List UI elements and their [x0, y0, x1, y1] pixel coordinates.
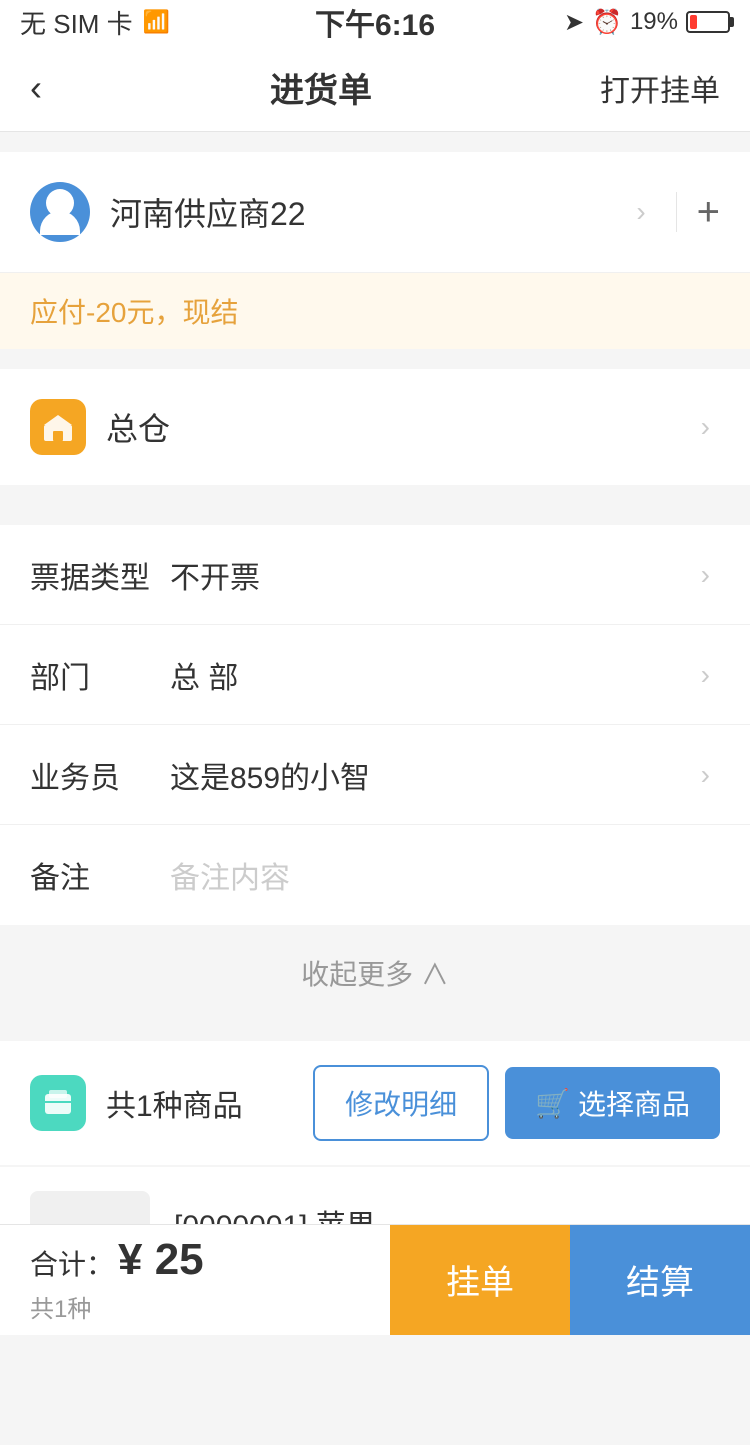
supplier-avatar	[30, 182, 90, 242]
warehouse-chevron-icon: ›	[701, 411, 710, 443]
battery-text: 19%	[630, 8, 678, 36]
edit-detail-button[interactable]: 修改明细	[313, 1065, 489, 1141]
select-product-button[interactable]: 🛒 选择商品	[505, 1067, 720, 1139]
invoice-value: 不开票	[170, 553, 701, 597]
invoice-chevron-icon: ›	[701, 559, 710, 591]
warehouse-name: 总仓	[106, 404, 701, 450]
section-gap-1	[0, 132, 750, 152]
supplier-chevron-icon: ›	[636, 196, 645, 228]
salesperson-label: 业务员	[30, 753, 170, 797]
carrier-text: 无 SIM 卡	[20, 4, 133, 41]
section-gap-3	[0, 505, 750, 525]
supplier-divider	[676, 192, 677, 232]
status-left: 无 SIM 卡 📶	[20, 4, 170, 41]
products-count: 共1种商品	[106, 1081, 313, 1125]
remarks-input[interactable]: 备注内容	[170, 853, 720, 897]
bottom-bar: 合计： ¥ 25 共1种 挂单 结算	[0, 1224, 750, 1334]
select-product-label: 选择商品	[578, 1083, 690, 1123]
supplier-section: 河南供应商22 › + 应付-20元，现结	[0, 152, 750, 349]
add-supplier-button[interactable]: +	[697, 190, 720, 235]
hang-button[interactable]: 挂单	[390, 1225, 570, 1335]
invoice-row[interactable]: 票据类型 不开票 ›	[0, 525, 750, 625]
warehouse-row[interactable]: 总仓 ›	[0, 369, 750, 485]
warehouse-icon	[30, 399, 86, 455]
supplier-name: 河南供应商22	[110, 189, 636, 235]
checkout-button[interactable]: 结算	[570, 1225, 750, 1335]
section-gap-4	[0, 1021, 750, 1041]
section-gap-2	[0, 349, 750, 369]
remarks-row[interactable]: 备注 备注内容	[0, 825, 750, 925]
department-chevron-icon: ›	[701, 659, 710, 691]
supplier-row[interactable]: 河南供应商22 › +	[0, 152, 750, 273]
alarm-icon: ⏰	[592, 8, 622, 37]
total-label: 合计：	[30, 1243, 114, 1283]
wifi-icon: 📶	[143, 9, 170, 35]
item-count: 共1种	[30, 1289, 360, 1324]
department-label: 部门	[30, 653, 170, 697]
remarks-label: 备注	[30, 853, 170, 897]
warning-text: 应付-20元，现结	[30, 297, 238, 328]
total-amount: ¥ 25	[118, 1235, 204, 1285]
status-bar: 无 SIM 卡 📶 下午6:16 ➤ ⏰ 19%	[0, 0, 750, 44]
total-section: 合计： ¥ 25 共1种	[0, 1235, 390, 1324]
back-button[interactable]: ‹	[30, 67, 42, 109]
department-value: 总 部	[170, 653, 701, 697]
warning-bar: 应付-20元，现结	[0, 273, 750, 349]
salesperson-row[interactable]: 业务员 这是859的小智 ›	[0, 725, 750, 825]
invoice-label: 票据类型	[30, 553, 170, 597]
collapse-bar[interactable]: 收起更多 ∧	[0, 925, 750, 1021]
salesperson-value: 这是859的小智	[170, 753, 701, 797]
form-section: 票据类型 不开票 › 部门 总 部 › 业务员 这是859的小智 › 备注 备注…	[0, 505, 750, 925]
page-title: 进货单	[270, 63, 372, 112]
products-icon	[30, 1075, 86, 1131]
collapse-label: 收起更多 ∧	[301, 959, 449, 990]
status-time: 下午6:16	[315, 0, 435, 44]
open-hang-button[interactable]: 打开挂单	[600, 66, 720, 110]
warehouse-section: 总仓 ›	[0, 369, 750, 485]
department-row[interactable]: 部门 总 部 ›	[0, 625, 750, 725]
nav-bar: ‹ 进货单 打开挂单	[0, 44, 750, 132]
salesperson-chevron-icon: ›	[701, 759, 710, 791]
cart-icon: 🛒	[535, 1087, 570, 1120]
location-icon: ➤	[564, 8, 584, 37]
battery-indicator	[686, 11, 730, 33]
status-right: ➤ ⏰ 19%	[564, 8, 730, 37]
products-header: 共1种商品 修改明细 🛒 选择商品	[0, 1041, 750, 1165]
